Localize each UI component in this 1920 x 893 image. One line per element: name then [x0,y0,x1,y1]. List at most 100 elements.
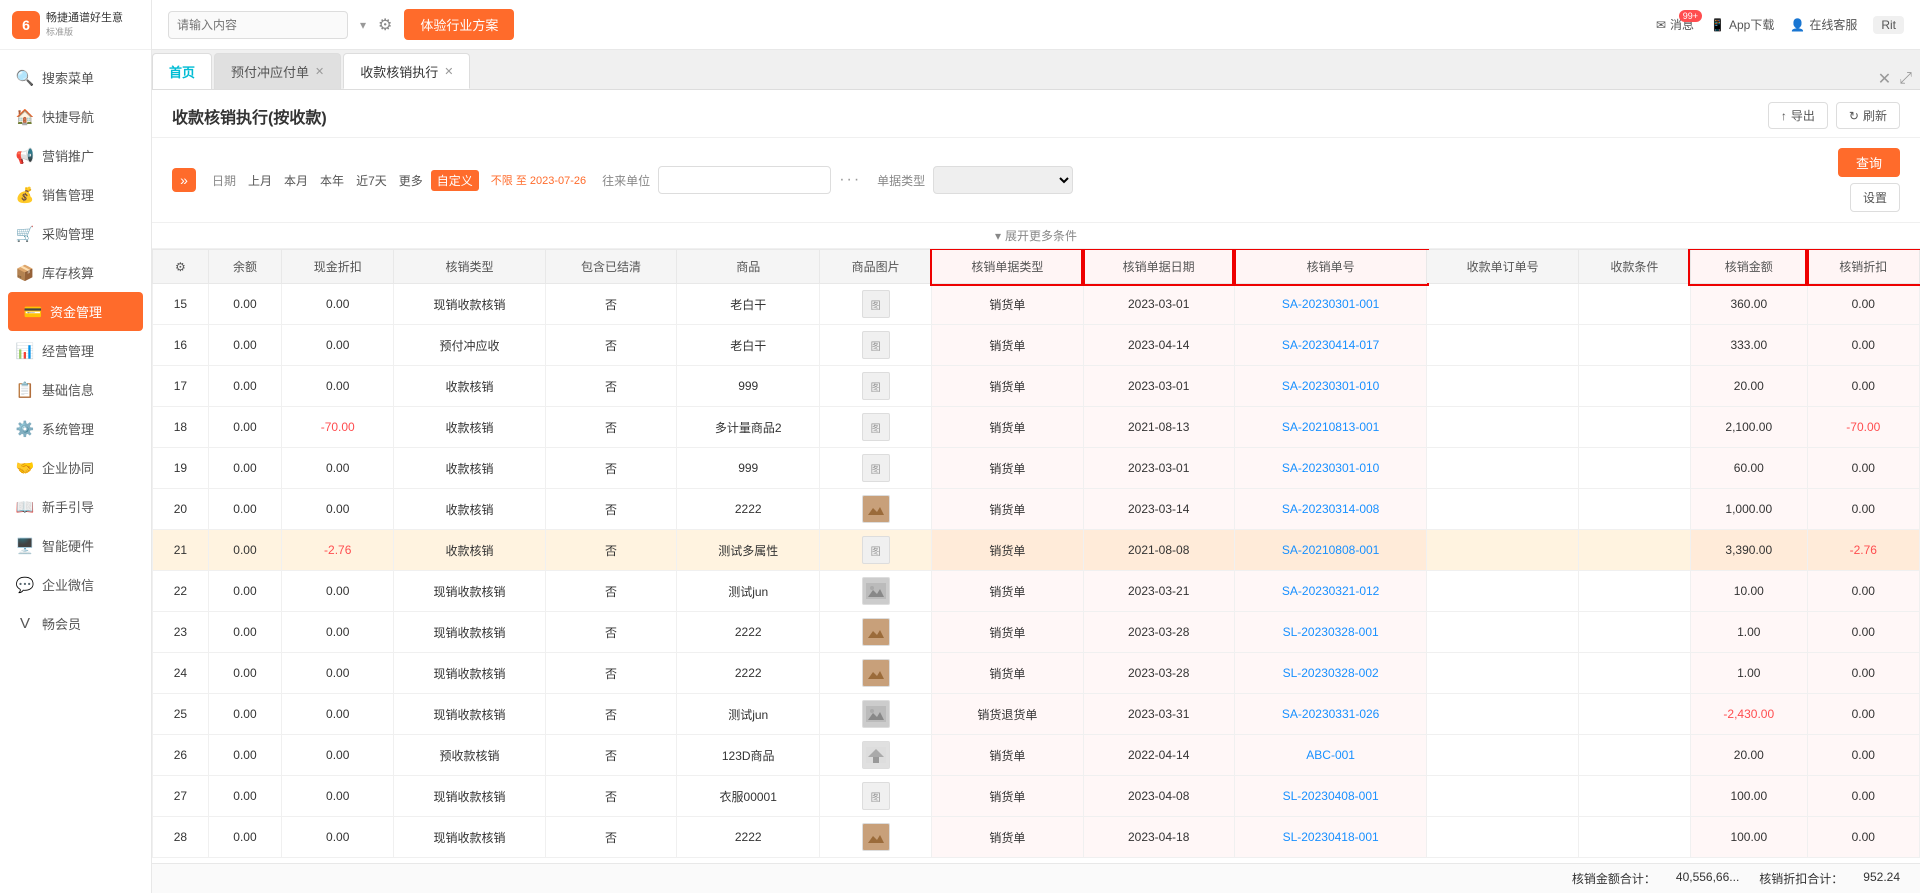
row-include-settled: 否 [545,448,677,489]
tab-expand-action-icon[interactable]: ⤢ [1899,70,1912,88]
filter-type-select[interactable] [933,166,1073,194]
row-cancel-doc-no[interactable]: SA-20230301-001 [1234,284,1427,325]
row-product: 老白干 [677,325,820,366]
sidebar-item-quicknav[interactable]: 🏠快捷导航 [0,97,151,136]
app-download-btn[interactable]: 📱 App下载 [1710,16,1774,33]
cancel-doc-no-link[interactable]: SA-20210813-001 [1282,420,1379,434]
sidebar-item-finance[interactable]: 💳资金管理 [8,292,143,331]
cancel-doc-no-link[interactable]: SA-20230314-008 [1282,502,1379,516]
date-more-btn[interactable]: 更多 [395,170,427,191]
tab-prepay-close-icon[interactable]: ✕ [315,65,324,78]
row-receipt-order-no [1427,448,1578,489]
row-cancel-amount: 1,000.00 [1690,489,1807,530]
sidebar-icon-wechat: 💬 [16,576,34,594]
cancel-doc-no-link[interactable]: SA-20230301-010 [1282,461,1379,475]
cancel-doc-no-link[interactable]: SA-20230321-012 [1282,584,1379,598]
filter-date-label: 日期 [212,172,236,189]
filter-source-dots[interactable]: ··· [839,171,861,189]
row-receipt-condition [1578,325,1690,366]
export-icon: ↑ [1781,109,1787,123]
export-btn[interactable]: ↑ 导出 [1768,102,1828,129]
row-no: 17 [153,366,209,407]
cancel-doc-no-link[interactable]: SL-20230408-001 [1283,789,1379,803]
sidebar-item-marketing[interactable]: 📢营销推广 [0,136,151,175]
date-curr-month-btn[interactable]: 本月 [280,170,312,191]
sidebar-item-corp[interactable]: 🤝企业协同 [0,448,151,487]
row-cancel-doc-type: 销货单 [932,571,1083,612]
filter-settings-btn[interactable]: 设置 [1850,183,1900,212]
date-7days-btn[interactable]: 近7天 [352,170,391,191]
row-cash-discount: -2.76 [282,530,394,571]
tab-prepay-label: 预付冲应付单 [231,62,309,81]
sidebar-item-guide[interactable]: 📖新手引导 [0,487,151,526]
expand-more-btn[interactable]: ▾ 展开更多条件 [995,227,1077,244]
row-include-settled: 否 [545,530,677,571]
row-cancel-type: 现销收款核销 [394,776,545,817]
sidebar-icon-search: 🔍 [16,69,34,87]
filter-source-input[interactable] [658,166,831,194]
row-cancel-doc-no[interactable]: SA-20210813-001 [1234,407,1427,448]
sidebar-icon-sales: 💰 [16,186,34,204]
service-btn[interactable]: 👤 在线客服 [1790,16,1857,33]
row-cancel-doc-no[interactable]: SL-20230328-001 [1234,612,1427,653]
sidebar-item-inventory[interactable]: 📦库存核算 [0,253,151,292]
row-product-img: 图 [820,530,932,571]
date-curr-year-btn[interactable]: 本年 [316,170,348,191]
col-cancel-discount: 核销折扣 [1807,250,1919,284]
refresh-btn[interactable]: ↻ 刷新 [1836,102,1900,129]
sidebar-item-purchase[interactable]: 🛒采购管理 [0,214,151,253]
sidebar-item-sales[interactable]: 💰销售管理 [0,175,151,214]
sidebar-item-system[interactable]: ⚙️系统管理 [0,409,151,448]
sidebar-label-wechat: 企业微信 [42,575,94,594]
cancel-doc-no-link[interactable]: ABC-001 [1306,748,1355,762]
row-cancel-doc-no[interactable]: SA-20230331-026 [1234,694,1427,735]
row-cancel-type: 收款核销 [394,448,545,489]
header-gear-icon[interactable]: ⚙ [378,15,392,35]
row-product-img [820,817,932,858]
cancel-doc-no-link[interactable]: SL-20230328-002 [1283,666,1379,680]
user-label: Rit [1873,16,1904,34]
date-custom-btn[interactable]: 自定义 [431,170,479,191]
message-btn[interactable]: ✉ 消息 99+ [1656,16,1694,33]
sidebar-item-wechat[interactable]: 💬 企业微信 [0,565,151,604]
tab-receipt[interactable]: 收款核销执行 ✕ [343,53,470,89]
row-cancel-doc-no[interactable]: SL-20230408-001 [1234,776,1427,817]
row-no: 23 [153,612,209,653]
date-prev-month-btn[interactable]: 上月 [244,170,276,191]
row-cancel-doc-no[interactable]: ABC-001 [1234,735,1427,776]
sidebar-item-member[interactable]: V畅会员 [0,604,151,643]
row-cancel-doc-no[interactable]: SA-20230314-008 [1234,489,1427,530]
cancel-doc-no-link[interactable]: SA-20230301-010 [1282,379,1379,393]
cancel-doc-no-link[interactable]: SL-20230418-001 [1283,830,1379,844]
row-cancel-doc-no[interactable]: SA-20230414-017 [1234,325,1427,366]
tab-home[interactable]: 首页 [152,53,212,89]
cancel-doc-no-link[interactable]: SA-20230331-026 [1282,707,1379,721]
cancel-doc-no-link[interactable]: SA-20230301-001 [1282,297,1379,311]
tab-close-action-icon[interactable]: ✕ [1878,69,1891,89]
row-balance: 0.00 [208,571,281,612]
row-cancel-doc-no[interactable]: SA-20230301-010 [1234,448,1427,489]
sidebar-item-search[interactable]: 🔍搜索菜单 [0,58,151,97]
row-cancel-doc-no[interactable]: SA-20230321-012 [1234,571,1427,612]
row-cancel-doc-no[interactable]: SA-20210808-001 [1234,530,1427,571]
tab-receipt-close-icon[interactable]: ✕ [444,65,453,78]
table-row: 28 0.00 0.00 现销收款核销 否 2222 销货单 2023-04-1… [153,817,1920,858]
filter-expand-btn[interactable]: » [172,168,196,192]
tab-prepay[interactable]: 预付冲应付单 ✕ [214,53,341,89]
row-cancel-doc-no[interactable]: SL-20230418-001 [1234,817,1427,858]
row-cancel-type: 预收款核销 [394,735,545,776]
row-cancel-doc-type: 销货单 [932,653,1083,694]
sidebar-item-basic[interactable]: 📋基础信息 [0,370,151,409]
cancel-doc-no-link[interactable]: SA-20210808-001 [1282,543,1379,557]
header-search-input[interactable] [168,11,348,39]
query-btn[interactable]: 查询 [1838,148,1900,177]
cancel-doc-no-link[interactable]: SL-20230328-001 [1283,625,1379,639]
row-cancel-doc-no[interactable]: SL-20230328-002 [1234,653,1427,694]
industry-btn[interactable]: 体验行业方案 [404,9,514,40]
row-cancel-doc-no[interactable]: SA-20230301-010 [1234,366,1427,407]
table-row: 26 0.00 0.00 预收款核销 否 123D商品 销货单 2022-04-… [153,735,1920,776]
cancel-doc-no-link[interactable]: SA-20230414-017 [1282,338,1379,352]
row-product: 2222 [677,653,820,694]
sidebar-item-operations[interactable]: 📊经营管理 [0,331,151,370]
sidebar-item-hardware[interactable]: 🖥️智能硬件 [0,526,151,565]
